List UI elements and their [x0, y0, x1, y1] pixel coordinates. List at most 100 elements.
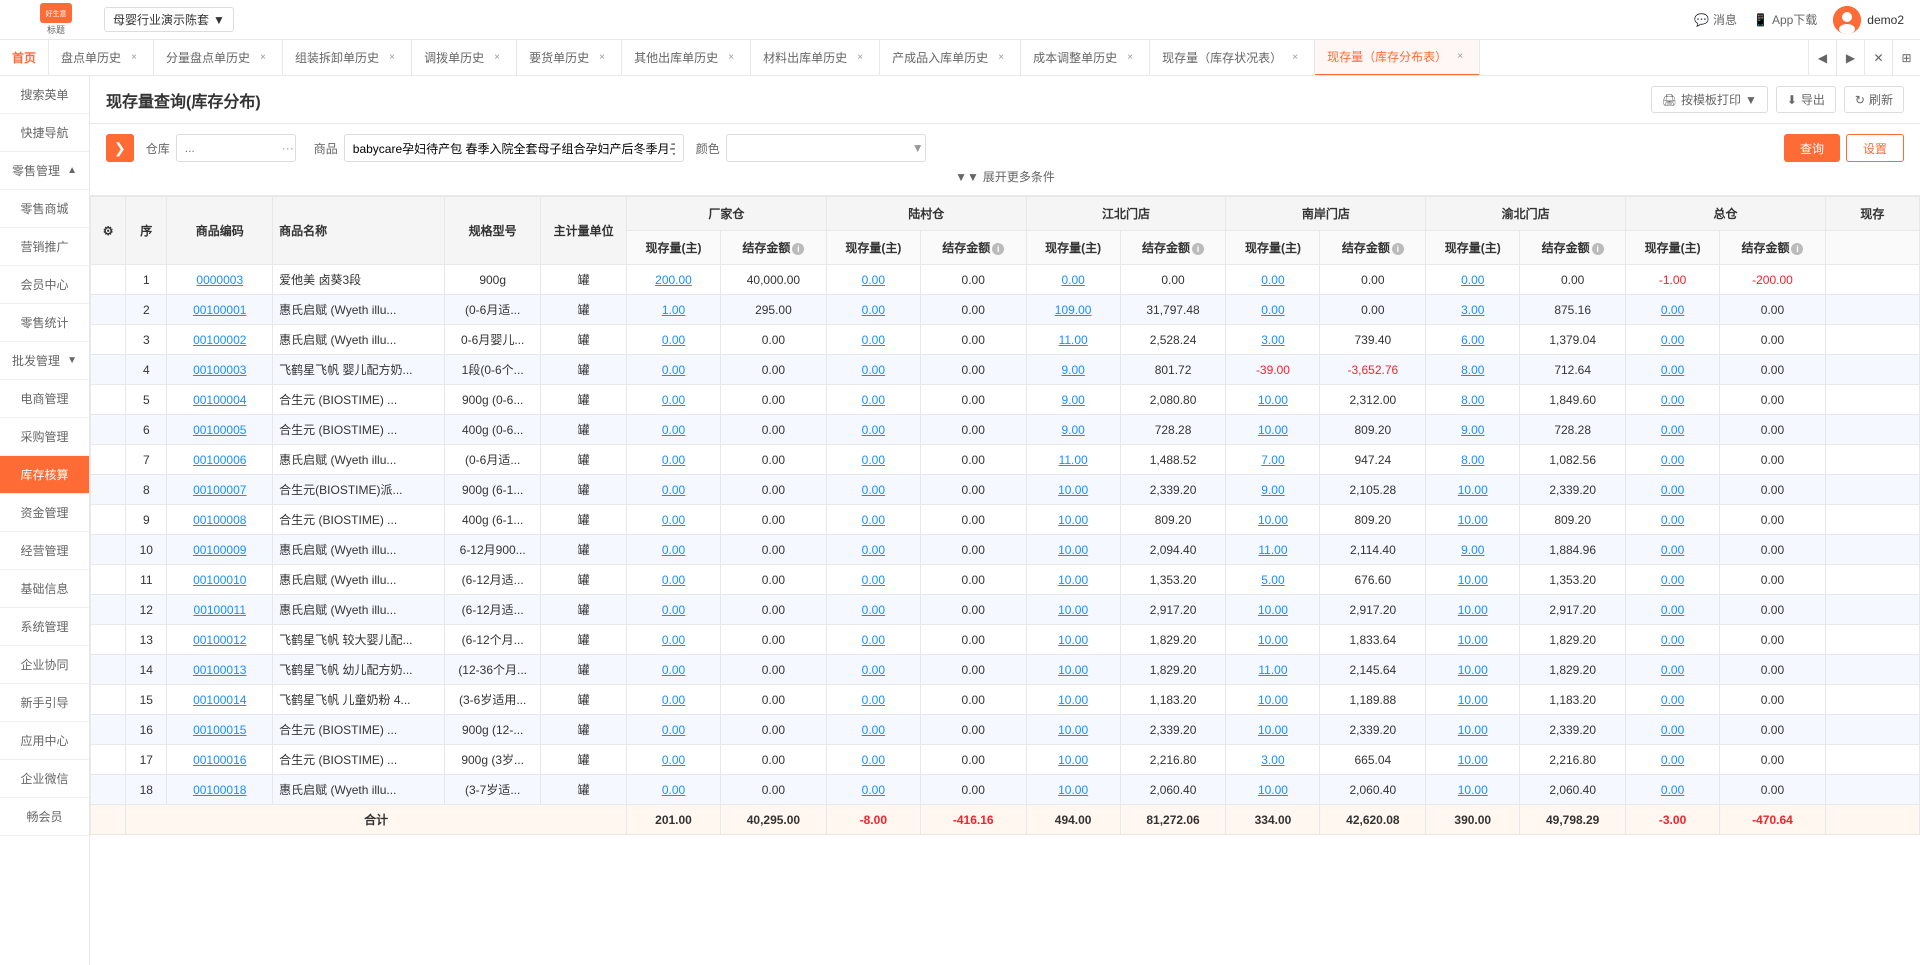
sidebar-item-wechat[interactable]: 企业微信 [0, 760, 89, 798]
row-jb-qty[interactable]: 9.00 [1026, 355, 1120, 385]
row-na-qty[interactable]: 9.00 [1226, 475, 1320, 505]
close-icon[interactable]: × [127, 51, 141, 65]
row-cy-qty[interactable]: 0.00 [627, 565, 721, 595]
row-code[interactable]: 00100009 [167, 535, 273, 565]
close-icon[interactable]: × [595, 51, 609, 65]
row-total-qty[interactable]: 0.00 [1626, 385, 1720, 415]
row-code[interactable]: 00100006 [167, 445, 273, 475]
row-cy-qty[interactable]: 0.00 [627, 475, 721, 505]
row-lc-qty[interactable]: 0.00 [826, 445, 920, 475]
row-yb-qty[interactable]: 6.00 [1426, 325, 1520, 355]
row-total-qty[interactable]: 0.00 [1626, 355, 1720, 385]
row-code[interactable]: 00100003 [167, 355, 273, 385]
close-icon[interactable]: × [490, 51, 504, 65]
row-cy-qty[interactable]: 0.00 [627, 535, 721, 565]
row-code[interactable]: 00100011 [167, 595, 273, 625]
row-lc-qty[interactable]: 0.00 [826, 325, 920, 355]
row-na-qty[interactable]: 3.00 [1226, 745, 1320, 775]
row-na-qty[interactable]: 7.00 [1226, 445, 1320, 475]
row-cy-qty[interactable]: 0.00 [627, 745, 721, 775]
sidebar-item-operations[interactable]: 经营管理 [0, 532, 89, 570]
row-yb-qty[interactable]: 8.00 [1426, 445, 1520, 475]
row-yb-qty[interactable]: 9.00 [1426, 415, 1520, 445]
sidebar-item-finance[interactable]: 资金管理 [0, 494, 89, 532]
row-yb-qty[interactable]: 10.00 [1426, 565, 1520, 595]
row-total-qty[interactable]: 0.00 [1626, 565, 1720, 595]
row-na-qty[interactable]: 10.00 [1226, 385, 1320, 415]
sidebar-item-marketing[interactable]: 营销推广 [0, 228, 89, 266]
row-total-qty[interactable]: 0.00 [1626, 295, 1720, 325]
row-cy-qty[interactable]: 0.00 [627, 715, 721, 745]
row-total-qty[interactable]: 0.00 [1626, 625, 1720, 655]
tab-2[interactable]: 分量盘点单历史 × [154, 40, 283, 76]
row-cy-qty[interactable]: 200.00 [627, 265, 721, 295]
row-jb-qty[interactable]: 10.00 [1026, 625, 1120, 655]
close-icon[interactable]: × [994, 51, 1008, 65]
row-jb-qty[interactable]: 10.00 [1026, 505, 1120, 535]
row-na-qty[interactable]: 0.00 [1226, 265, 1320, 295]
sidebar-item-inventory[interactable]: 库存核算 [0, 456, 89, 494]
sidebar-item-corp[interactable]: 企业协同 [0, 646, 89, 684]
row-cy-qty[interactable]: 0.00 [627, 655, 721, 685]
row-code[interactable]: 00100005 [167, 415, 273, 445]
row-na-qty[interactable]: 3.00 [1226, 325, 1320, 355]
sidebar-item-retail-stats[interactable]: 零售统计 [0, 304, 89, 342]
row-total-qty[interactable]: 0.00 [1626, 775, 1720, 805]
row-na-qty[interactable]: 10.00 [1226, 595, 1320, 625]
row-cy-qty[interactable]: 0.00 [627, 505, 721, 535]
row-na-qty[interactable]: 5.00 [1226, 565, 1320, 595]
sidebar-item-wholesale[interactable]: 批发管理 ▼ [0, 342, 89, 380]
row-jb-qty[interactable]: 10.00 [1026, 475, 1120, 505]
tab-home[interactable]: 首页 [0, 40, 49, 76]
row-yb-qty[interactable]: 9.00 [1426, 535, 1520, 565]
row-jb-qty[interactable]: 9.00 [1026, 385, 1120, 415]
row-code[interactable]: 00100004 [167, 385, 273, 415]
expand-filter-btn[interactable]: ▼▼ 展开更多条件 [955, 168, 1055, 185]
row-code[interactable]: 00100002 [167, 325, 273, 355]
row-lc-qty[interactable]: 0.00 [826, 265, 920, 295]
row-code[interactable]: 00100018 [167, 775, 273, 805]
row-code[interactable]: 00100012 [167, 625, 273, 655]
row-lc-qty[interactable]: 0.00 [826, 715, 920, 745]
row-jb-qty[interactable]: 10.00 [1026, 685, 1120, 715]
sidebar-item-nav[interactable]: 快捷导航 [0, 114, 89, 152]
row-total-qty[interactable]: 0.00 [1626, 505, 1720, 535]
row-na-qty[interactable]: 10.00 [1226, 415, 1320, 445]
setting-button[interactable]: 设置 [1846, 134, 1904, 162]
row-yb-qty[interactable]: 10.00 [1426, 475, 1520, 505]
refresh-btn[interactable]: ↻ 刷新 [1844, 86, 1904, 113]
row-lc-qty[interactable]: 0.00 [826, 625, 920, 655]
row-lc-qty[interactable]: 0.00 [826, 655, 920, 685]
row-na-qty[interactable]: 0.00 [1226, 295, 1320, 325]
nav-close-all-btn[interactable]: ✕ [1864, 40, 1892, 76]
tab-1[interactable]: 盘点单历史 × [49, 40, 154, 76]
close-icon[interactable]: × [256, 51, 270, 65]
row-total-qty[interactable]: 0.00 [1626, 535, 1720, 565]
row-code[interactable]: 00100013 [167, 655, 273, 685]
row-lc-qty[interactable]: 0.00 [826, 775, 920, 805]
row-lc-qty[interactable]: 0.00 [826, 745, 920, 775]
tab-9[interactable]: 成本调整单历史 × [1021, 40, 1150, 76]
row-yb-qty[interactable]: 10.00 [1426, 775, 1520, 805]
row-yb-qty[interactable]: 10.00 [1426, 715, 1520, 745]
sidebar-item-retail[interactable]: 零售管理 ▲ [0, 152, 89, 190]
row-na-qty[interactable]: 10.00 [1226, 775, 1320, 805]
row-yb-qty[interactable]: 3.00 [1426, 295, 1520, 325]
close-icon[interactable]: × [385, 51, 399, 65]
row-na-qty[interactable]: -39.00 [1226, 355, 1320, 385]
row-total-qty[interactable]: 0.00 [1626, 715, 1720, 745]
row-lc-qty[interactable]: 0.00 [826, 535, 920, 565]
col-settings[interactable]: ⚙ [91, 197, 126, 265]
export-btn[interactable]: ⬇ 导出 [1776, 86, 1836, 113]
row-yb-qty[interactable]: 8.00 [1426, 355, 1520, 385]
row-cy-qty[interactable]: 0.00 [627, 445, 721, 475]
row-total-qty[interactable]: 0.00 [1626, 655, 1720, 685]
sidebar-item-basics[interactable]: 基础信息 [0, 570, 89, 608]
row-lc-qty[interactable]: 0.00 [826, 355, 920, 385]
sidebar-item-retail-mall[interactable]: 零售商城 [0, 190, 89, 228]
row-yb-qty[interactable]: 8.00 [1426, 385, 1520, 415]
row-cy-qty[interactable]: 0.00 [627, 415, 721, 445]
row-jb-qty[interactable]: 10.00 [1026, 715, 1120, 745]
row-code[interactable]: 00100016 [167, 745, 273, 775]
row-jb-qty[interactable]: 10.00 [1026, 595, 1120, 625]
